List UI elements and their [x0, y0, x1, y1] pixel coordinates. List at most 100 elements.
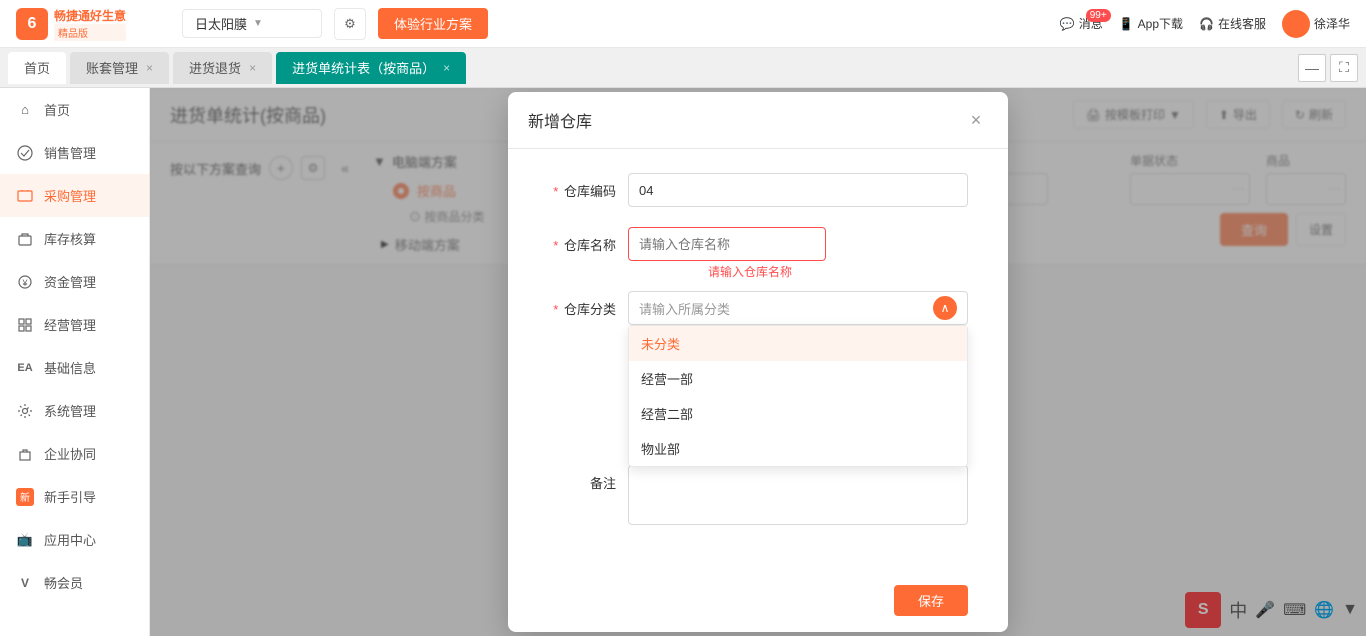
form-row-remarks: 备注 [548, 465, 968, 525]
purchase-stat-tab-close[interactable]: × [443, 62, 450, 74]
finance-icon: ¥ [16, 273, 34, 291]
purchase-return-tab-close[interactable]: × [249, 62, 256, 74]
user-item[interactable]: 徐泽华 [1282, 10, 1350, 38]
store-selector[interactable]: 日太阳膜 ▼ [182, 9, 322, 38]
app-download-item[interactable]: 📱 App下载 [1119, 15, 1183, 32]
modal-title: 新增仓库 [528, 108, 592, 132]
store-selector-arrow: ▼ [253, 18, 263, 29]
sidebar-item-home[interactable]: ⌂ 首页 [0, 88, 149, 131]
sidebar-apps-label: 应用中心 [44, 530, 96, 549]
service-label: 在线客服 [1218, 15, 1266, 32]
sales-icon [16, 144, 34, 162]
save-button[interactable]: 保存 [894, 585, 968, 616]
sidebar-item-purchase[interactable]: 采购管理 [0, 174, 149, 217]
messages-badge: 99+ [1086, 9, 1111, 22]
gear-button[interactable]: ⚙ [334, 8, 366, 40]
apps-icon: 📺 [16, 531, 34, 549]
remarks-textarea[interactable] [628, 465, 968, 525]
headset-icon: 🎧 [1199, 17, 1214, 31]
system-icon [16, 402, 34, 420]
gear-icon: ⚙ [344, 16, 356, 32]
message-icon: 💬 [1060, 17, 1075, 31]
sidebar-item-guide[interactable]: 新 新手引导 [0, 475, 149, 518]
category-placeholder: 请输入所属分类 [639, 299, 730, 318]
sidebar: ⌂ 首页 销售管理 采购管理 库存核算 ¥ 资金管理 [0, 88, 150, 636]
form-row-name: * 仓库名称 请输入仓库名称 [548, 227, 968, 261]
enterprise-icon [16, 445, 34, 463]
trial-button[interactable]: 体验行业方案 [378, 8, 488, 39]
home-tab-label: 首页 [24, 58, 50, 77]
code-label: * 仓库编码 [548, 173, 628, 200]
category-option-dept1[interactable]: 经营一部 [629, 361, 967, 396]
home-icon: ⌂ [16, 101, 34, 119]
sidebar-system-label: 系统管理 [44, 401, 96, 420]
category-option-none[interactable]: 未分类 [629, 326, 967, 361]
base-info-icon: EA [16, 359, 34, 377]
sidebar-vip-label: 畅会员 [44, 573, 83, 592]
online-service-item[interactable]: 🎧 在线客服 [1199, 15, 1266, 32]
logo-area: 6 畅捷通好生意 精品版 [16, 7, 166, 41]
vip-icon: V [16, 574, 34, 592]
category-option-property[interactable]: 物业部 [629, 431, 967, 466]
logo-icon: 6 [16, 8, 48, 40]
svg-text:¥: ¥ [21, 278, 28, 288]
sidebar-sales-label: 销售管理 [44, 143, 96, 162]
tab-home[interactable]: 首页 [8, 52, 66, 84]
sidebar-base-info-label: 基础信息 [44, 358, 96, 377]
sidebar-item-enterprise[interactable]: 企业协同 [0, 432, 149, 475]
tab-purchase-return[interactable]: 进货退货 × [173, 52, 272, 84]
user-avatar [1282, 10, 1310, 38]
code-input[interactable] [628, 173, 968, 207]
header-center: 日太阳膜 ▼ ⚙ 体验行业方案 [182, 8, 1044, 40]
form-row-category: * 仓库分类 请输入所属分类 ∧ 未分类 经营一部 [548, 291, 968, 325]
messages-icon-item[interactable]: 💬 消息 99+ [1060, 15, 1103, 32]
name-input[interactable] [628, 227, 826, 261]
accounts-tab-label: 账套管理 [86, 58, 138, 77]
sidebar-home-label: 首页 [44, 100, 70, 119]
category-label: * 仓库分类 [548, 291, 628, 318]
username-label: 徐泽华 [1314, 15, 1350, 32]
accounts-tab-close[interactable]: × [146, 62, 153, 74]
purchase-stat-tab-label: 进货单统计表（按商品） [292, 58, 435, 77]
modal-close-button[interactable]: × [964, 108, 988, 132]
form-row-code: * 仓库编码 [548, 173, 968, 207]
sidebar-item-sales[interactable]: 销售管理 [0, 131, 149, 174]
sidebar-item-system[interactable]: 系统管理 [0, 389, 149, 432]
tab-accounts[interactable]: 账套管理 × [70, 52, 169, 84]
sidebar-inventory-label: 库存核算 [44, 229, 96, 248]
remarks-label: 备注 [548, 465, 628, 492]
modal-footer: 保存 [508, 569, 1008, 632]
modal-body: * 仓库编码 * 仓库名称 [508, 149, 1008, 569]
tab-minimize-button[interactable]: — [1298, 54, 1326, 82]
main-layout: ⌂ 首页 销售管理 采购管理 库存核算 ¥ 资金管理 [0, 88, 1366, 636]
modal-header: 新增仓库 × [508, 92, 1008, 149]
sidebar-item-base-info[interactable]: EA 基础信息 [0, 346, 149, 389]
operations-icon [16, 316, 34, 334]
sidebar-item-finance[interactable]: ¥ 资金管理 [0, 260, 149, 303]
logo-text: 畅捷通好生意 精品版 [54, 7, 126, 41]
sidebar-item-operations[interactable]: 经营管理 [0, 303, 149, 346]
tab-purchase-stat[interactable]: 进货单统计表（按商品） × [276, 52, 466, 84]
category-dropdown-trigger[interactable]: 请输入所属分类 ∧ [628, 291, 968, 325]
inventory-icon [16, 230, 34, 248]
sidebar-item-apps[interactable]: 📺 应用中心 [0, 518, 149, 561]
category-dropdown-arrow: ∧ [933, 296, 957, 320]
tab-bar: 首页 账套管理 × 进货退货 × 进货单统计表（按商品） × — ⛶ [0, 48, 1366, 88]
category-input-wrapper: 请输入所属分类 ∧ 未分类 经营一部 经营二部 物业部 [628, 291, 968, 325]
name-label: * 仓库名称 [548, 227, 628, 254]
guide-icon: 新 [16, 488, 34, 506]
sidebar-item-inventory[interactable]: 库存核算 [0, 217, 149, 260]
phone-icon: 📱 [1119, 17, 1134, 31]
name-error-message: 请输入仓库名称 [708, 263, 792, 280]
category-option-dept2[interactable]: 经营二部 [629, 396, 967, 431]
sidebar-operations-label: 经营管理 [44, 315, 96, 334]
category-dropdown-menu: 未分类 经营一部 经营二部 物业部 [628, 325, 968, 467]
sidebar-enterprise-label: 企业协同 [44, 444, 96, 463]
sidebar-purchase-label: 采购管理 [44, 186, 96, 205]
content-area: 进货单统计(按商品) 🖨 按模板打印 ▼ ⬆ 导出 ↻ [150, 88, 1366, 636]
name-input-wrapper: 请输入仓库名称 [628, 227, 968, 261]
add-warehouse-modal: 新增仓库 × * 仓库编码 [508, 92, 1008, 632]
tab-expand-button[interactable]: ⛶ [1330, 54, 1358, 82]
app-label: App下载 [1138, 15, 1183, 32]
modal-overlay: 新增仓库 × * 仓库编码 [150, 88, 1366, 636]
